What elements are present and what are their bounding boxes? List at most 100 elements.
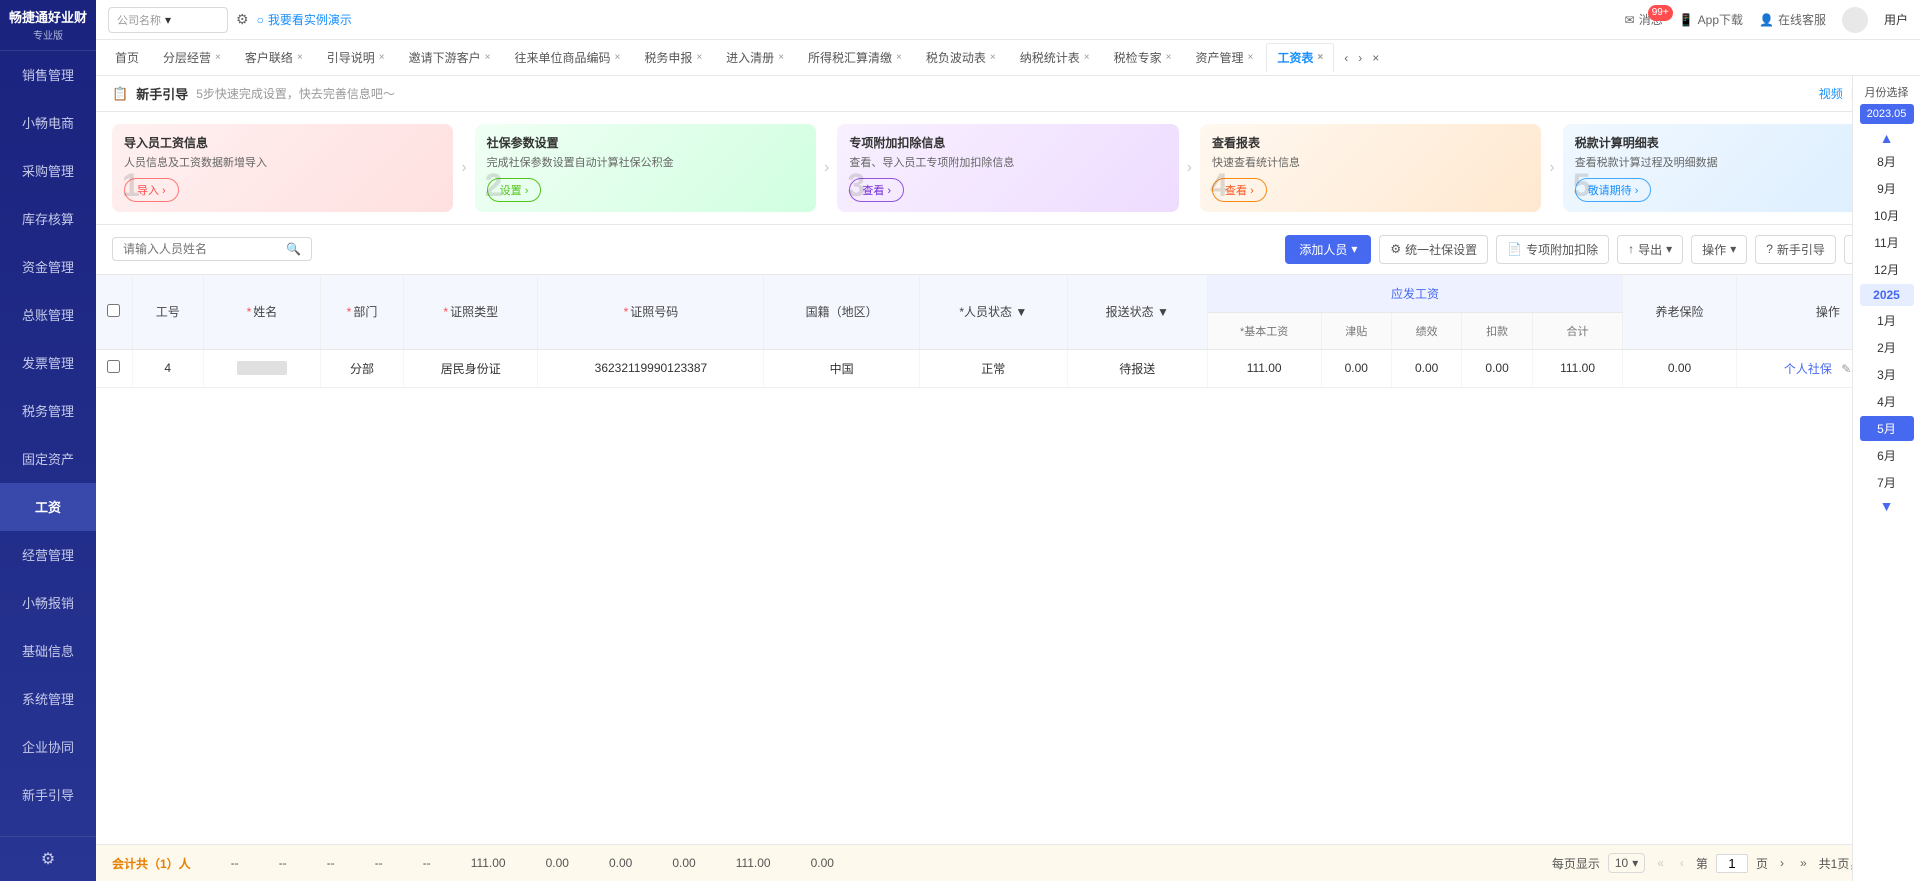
sidebar-item-cooperation[interactable]: 企业协同 [0,723,96,771]
online-service-button[interactable]: 👤 在线客服 [1759,11,1826,28]
op-edit-icon[interactable]: ✎ [1841,362,1851,376]
select-all-checkbox[interactable] [107,304,120,317]
guide-video-link[interactable]: 视频 [1819,85,1843,102]
demo-link[interactable]: ○ 我要看实例演示 [257,11,352,28]
tab-close-icon[interactable]: × [1317,52,1323,63]
tab-item-4[interactable]: 邀请下游客户× [398,43,502,73]
app-download-button[interactable]: 📱 App下载 [1679,11,1743,28]
tab-close-all-btn[interactable]: × [1368,49,1383,67]
month-nav-down[interactable]: ▼ [1880,498,1894,514]
tab-close-icon[interactable]: × [1084,52,1090,63]
tab-close-icon[interactable]: × [379,52,385,63]
tab-item-7[interactable]: 进入清册× [715,43,795,73]
settings-icon[interactable]: ⚙ [41,849,55,869]
sidebar-item-system[interactable]: 系统管理 [0,675,96,723]
tab-item-13[interactable]: 工资表× [1266,43,1334,73]
tab-item-11[interactable]: 税检专家× [1103,43,1183,73]
month-panel-year[interactable]: 2023.05 [1860,104,1914,124]
month-nav-up[interactable]: ▲ [1880,130,1894,146]
month-item-9[interactable]: 4月 [1860,389,1914,414]
sidebar-label: 资金管理 [22,257,74,276]
month-item-1[interactable]: 9月 [1860,176,1914,201]
per-page-select[interactable]: 10 ▾ [1608,853,1645,873]
tab-close-icon[interactable]: × [896,52,902,63]
subsidy-header: 津贴 [1321,312,1391,349]
tab-close-icon[interactable]: × [614,52,620,63]
name-header: 姓名 [204,275,321,350]
unified-setting-button[interactable]: ⚙ 统一社保设置 [1379,235,1488,264]
footer-total-count: 会计共（1）人 [112,855,191,872]
tab-next-btn[interactable]: › [1354,49,1366,67]
month-item-0[interactable]: 8月 [1860,149,1914,174]
sidebar-item-invoice[interactable]: 发票管理 [0,339,96,387]
page-number-input[interactable] [1716,854,1748,873]
search-icon[interactable]: 🔍 [286,242,301,256]
op-pension-link[interactable]: 个人社保 [1784,362,1832,376]
add-person-button[interactable]: 添加人员 ▾ [1285,235,1371,264]
sidebar-item-purchase[interactable]: 采购管理 [0,147,96,195]
sidebar-item-xiao-xiao[interactable]: 小畅报销 [0,579,96,627]
tab-close-icon[interactable]: × [696,52,702,63]
month-item-5[interactable]: 2025 [1860,284,1914,306]
search-input[interactable] [123,242,280,256]
sidebar-label: 发票管理 [22,353,74,372]
sidebar-item-xiao-shang[interactable]: 小畅电商 [0,99,96,147]
next-page-btn[interactable]: › [1776,854,1788,872]
tab-prev-btn[interactable]: ‹ [1340,49,1352,67]
guide-button[interactable]: ? 新手引导 [1755,235,1836,264]
export-button[interactable]: ↑ 导出 ▾ [1617,235,1683,264]
sidebar-bottom[interactable]: ⚙ [0,836,96,881]
company-selector[interactable]: 公司名称 ▾ [108,7,228,33]
tab-item-10[interactable]: 纳税统计表× [1009,43,1101,73]
tab-item-12[interactable]: 资产管理× [1184,43,1264,73]
last-page-btn[interactable]: » [1796,854,1811,872]
first-page-btn[interactable]: « [1653,854,1668,872]
month-item-10[interactable]: 5月 [1860,416,1914,441]
row-checkbox[interactable] [107,360,120,373]
tab-item-2[interactable]: 客户联络× [234,43,314,73]
tab-close-icon[interactable]: × [1247,52,1253,63]
sidebar-item-inventory[interactable]: 库存核算 [0,195,96,243]
tab-close-icon[interactable]: × [778,52,784,63]
search-box[interactable]: 🔍 [112,237,312,261]
sidebar-item-operation[interactable]: 经营管理 [0,531,96,579]
tab-item-3[interactable]: 引导说明× [316,43,396,73]
sidebar-item-basic[interactable]: 基础信息 [0,627,96,675]
sidebar-item-sales[interactable]: 销售管理 [0,51,96,99]
tab-item-1[interactable]: 分层经营× [152,43,232,73]
sidebar-item-fixed-asset[interactable]: 固定资产 [0,435,96,483]
tab-close-icon[interactable]: × [990,52,996,63]
user-avatar[interactable] [1842,7,1868,33]
sidebar-label: 库存核算 [22,209,74,228]
sidebar-item-ledger[interactable]: 总账管理 [0,291,96,339]
tab-item-8[interactable]: 所得税汇算清缴× [797,43,913,73]
sidebar-item-tax[interactable]: 税务管理 [0,387,96,435]
sidebar-item-capital[interactable]: 资金管理 [0,243,96,291]
operation-button[interactable]: 操作 ▾ [1691,235,1747,264]
tab-close-icon[interactable]: × [215,52,221,63]
month-item-6[interactable]: 1月 [1860,308,1914,333]
prev-page-btn[interactable]: ‹ [1676,854,1688,872]
per-page-value: 10 [1615,856,1628,870]
tab-close-icon[interactable]: × [297,52,303,63]
month-item-3[interactable]: 11月 [1860,230,1914,255]
month-item-11[interactable]: 6月 [1860,443,1914,468]
month-item-4[interactable]: 12月 [1860,257,1914,282]
tab-item-5[interactable]: 往来单位商品编码× [503,43,631,73]
message-button[interactable]: ✉ 消息 99+ [1625,11,1663,28]
step-card-2: 社保参数设置 完成社保参数设置自动计算社保公积金 设置 › 2 [475,124,816,212]
tab-item-0[interactable]: 首页 [104,43,150,73]
month-item-2[interactable]: 10月 [1860,203,1914,228]
tab-item-9[interactable]: 税负波动表× [915,43,1007,73]
tab-close-icon[interactable]: × [485,52,491,63]
tab-close-icon[interactable]: × [1166,52,1172,63]
month-item-7[interactable]: 2月 [1860,335,1914,360]
special-deduction-button[interactable]: 📄 专项附加扣除 [1496,235,1609,264]
month-item-8[interactable]: 3月 [1860,362,1914,387]
sidebar-item-smart[interactable]: ●智能管理 [0,819,96,836]
header-settings-icon[interactable]: ⚙ [236,11,249,28]
sidebar-item-guide[interactable]: 新手引导 [0,771,96,819]
sidebar-item-wage[interactable]: 工资 [0,483,96,531]
tab-item-6[interactable]: 税务申报× [633,43,713,73]
month-item-12[interactable]: 7月 [1860,470,1914,495]
